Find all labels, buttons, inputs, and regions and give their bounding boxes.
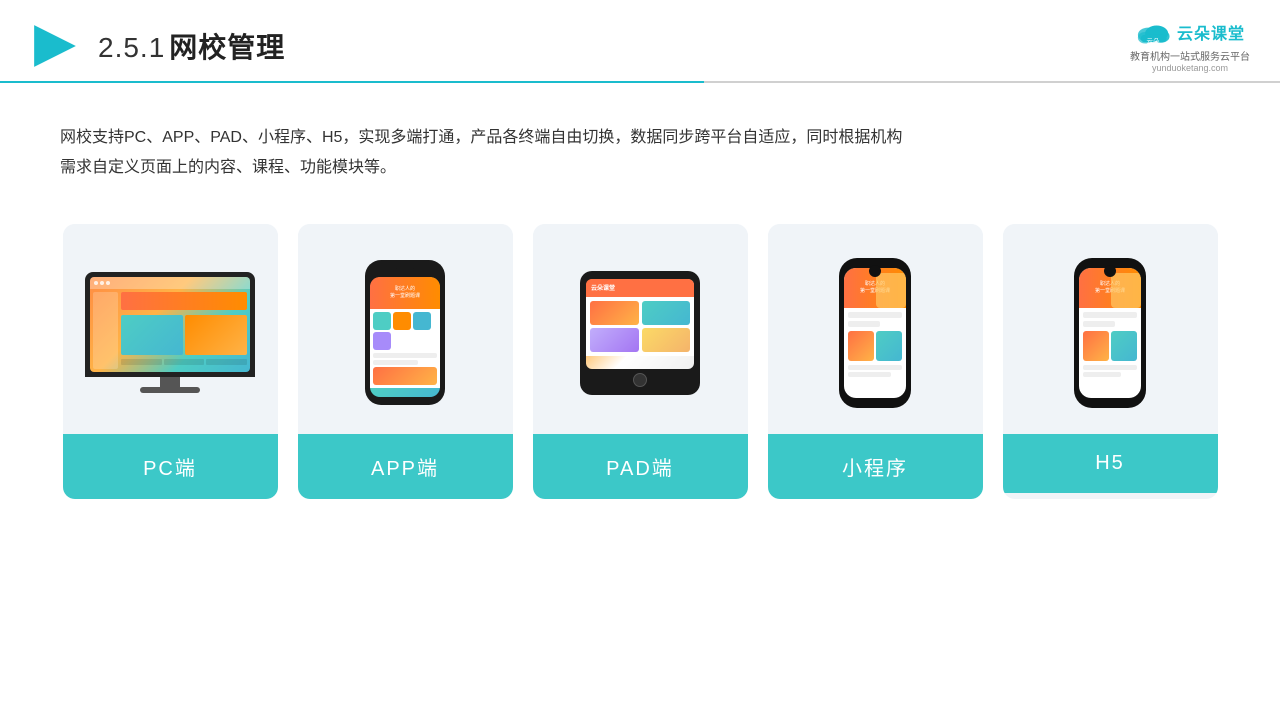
main-content: 网校支持PC、APP、PAD、小程序、H5，实现多端打通，产品各终端自由切换，数… bbox=[0, 83, 1280, 519]
app-phone-icon: 职达人的第一堂刷题课 bbox=[360, 260, 450, 405]
h5-phone-icon: 职达人的第一堂刷题课 bbox=[1070, 258, 1150, 408]
card-app-label: APP端 bbox=[298, 434, 513, 499]
card-h5-image: 职达人的第一堂刷题课 bbox=[1003, 224, 1218, 434]
card-pc-label: PC端 bbox=[63, 434, 278, 499]
card-pad: 云朵课堂 bbox=[533, 224, 748, 499]
card-h5: 职达人的第一堂刷题课 bbox=[1003, 224, 1218, 499]
card-miniprogram-label: 小程序 bbox=[768, 434, 983, 499]
card-pad-label: PAD端 bbox=[533, 434, 748, 499]
card-pc-image bbox=[63, 224, 278, 434]
card-pc: PC端 bbox=[63, 224, 278, 499]
brand-tagline: 教育机构一站式服务云平台 bbox=[1130, 48, 1250, 63]
card-pad-image: 云朵课堂 bbox=[533, 224, 748, 434]
card-miniprogram-image: 职达人的第一堂刷题课 bbox=[768, 224, 983, 434]
page-title: 2.5.1网校管理 bbox=[98, 26, 285, 66]
brand-play-icon bbox=[30, 21, 80, 71]
pad-icon: 云朵课堂 bbox=[575, 271, 705, 395]
brand-domain: yunduoketang.com bbox=[1152, 63, 1228, 73]
card-h5-label: H5 bbox=[1003, 434, 1218, 493]
brand-logo: 云朵 云朵课堂 教育机构一站式服务云平台 yunduoketang.com bbox=[1130, 18, 1250, 73]
miniprogram-phone-icon: 职达人的第一堂刷题课 bbox=[835, 258, 915, 408]
brand-cloud-icon: 云朵 云朵课堂 bbox=[1135, 18, 1245, 46]
description-text: 网校支持PC、APP、PAD、小程序、H5，实现多端打通，产品各终端自由切换，数… bbox=[60, 123, 1220, 184]
pc-monitor-icon bbox=[80, 272, 260, 393]
card-miniprogram: 职达人的第一堂刷题课 bbox=[768, 224, 983, 499]
svg-text:云朵: 云朵 bbox=[1147, 37, 1160, 45]
card-app: 职达人的第一堂刷题课 bbox=[298, 224, 513, 499]
card-app-image: 职达人的第一堂刷题课 bbox=[298, 224, 513, 434]
device-cards-section: PC端 职达人的第一堂刷题课 bbox=[60, 224, 1220, 499]
page-header: 2.5.1网校管理 云朵 云朵课堂 教育机构一站式服务云平台 yunduoket… bbox=[0, 0, 1280, 73]
cloud-icon: 云朵 bbox=[1135, 18, 1171, 46]
